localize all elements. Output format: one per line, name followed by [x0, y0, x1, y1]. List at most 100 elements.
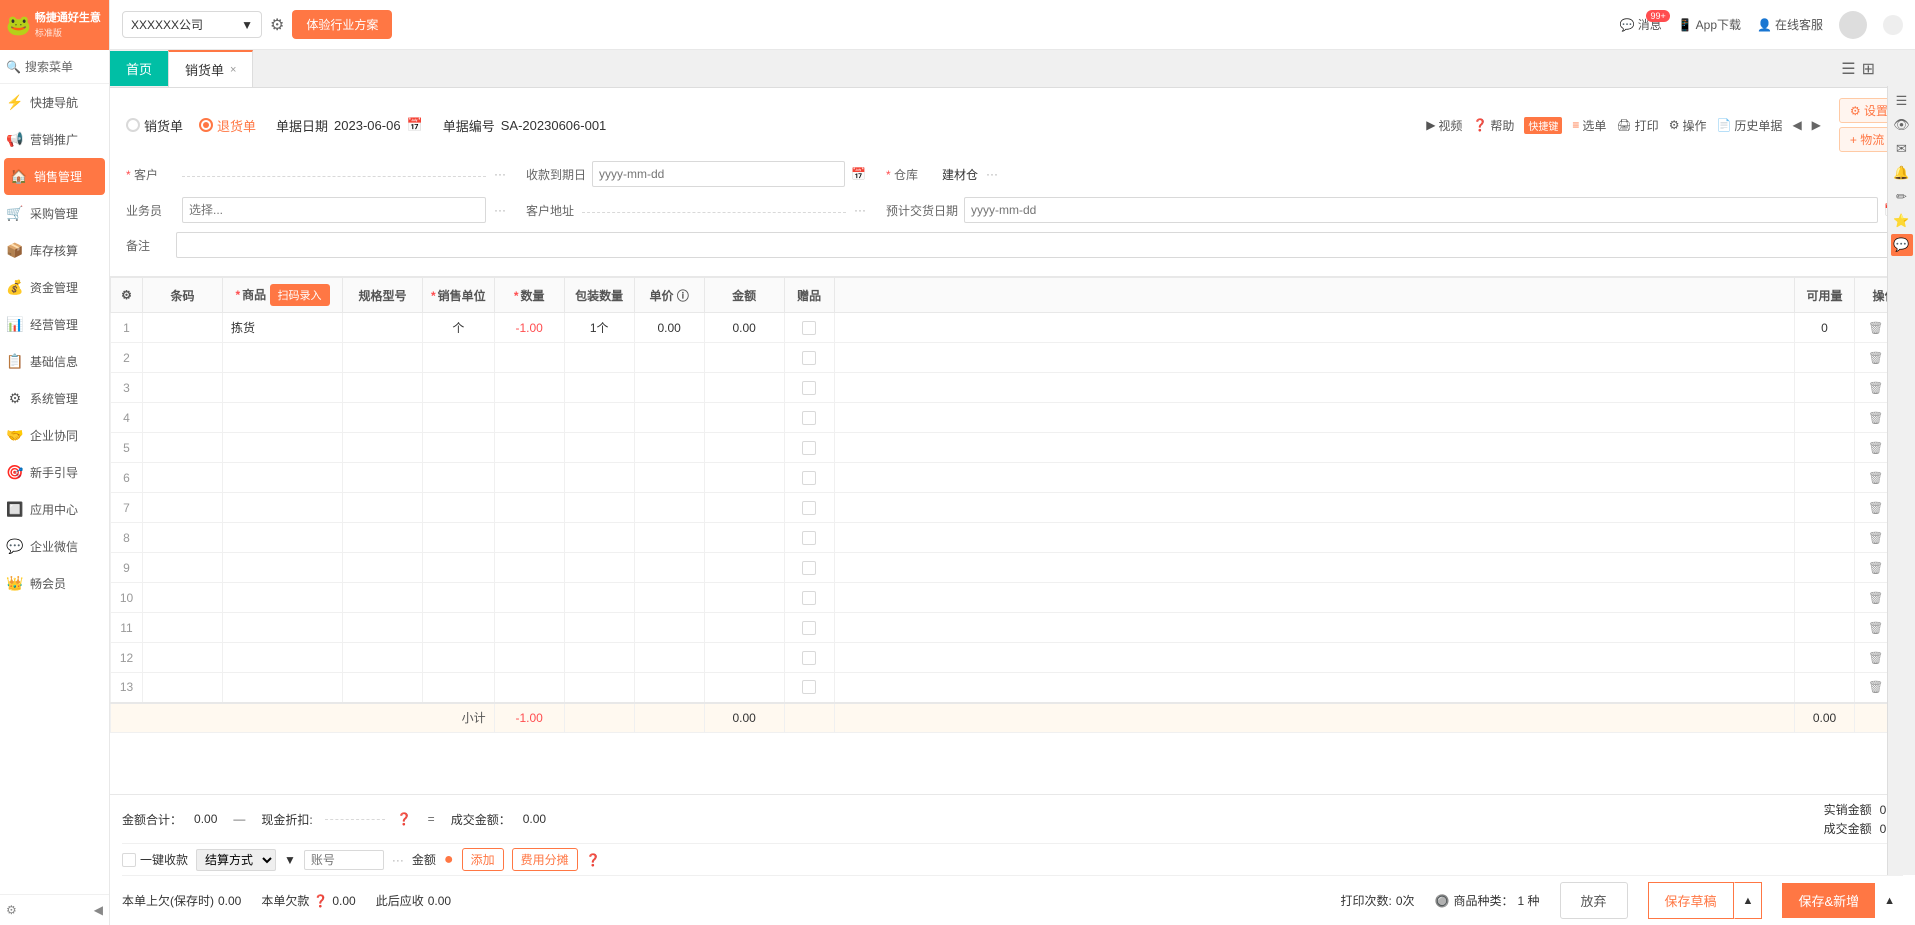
- select-action[interactable]: ≡ 选单: [1572, 117, 1606, 134]
- customer-addr-input[interactable]: [582, 208, 846, 213]
- row-qty[interactable]: [494, 643, 564, 673]
- question-icon[interactable]: ❓: [397, 812, 412, 826]
- row-price[interactable]: [634, 433, 704, 463]
- delete-icon[interactable]: 🗑: [1868, 471, 1883, 485]
- row-amount[interactable]: [704, 343, 784, 373]
- right-panel-bell-icon[interactable]: 🔔: [1891, 162, 1913, 184]
- table-row[interactable]: 2 🗑 ⊞: [111, 343, 1915, 373]
- discount-value[interactable]: [325, 819, 385, 820]
- row-barcode[interactable]: [143, 613, 223, 643]
- tab-grid-icon[interactable]: ⊞: [1862, 59, 1875, 79]
- row-unit[interactable]: [423, 433, 495, 463]
- sidebar-item-basics[interactable]: 📋 基础信息: [0, 343, 109, 380]
- row-pkgqty[interactable]: [564, 643, 634, 673]
- discard-btn[interactable]: 放弃: [1560, 882, 1628, 919]
- row-amount[interactable]: [704, 553, 784, 583]
- payment-calendar-icon[interactable]: 📅: [851, 167, 866, 181]
- row-qty[interactable]: [494, 463, 564, 493]
- row-barcode[interactable]: [143, 523, 223, 553]
- search-menu[interactable]: 🔍 搜索菜单: [0, 50, 109, 84]
- row-product[interactable]: [223, 463, 343, 493]
- row-qty[interactable]: -1.00: [494, 313, 564, 343]
- table-row[interactable]: 3 🗑 ⊞: [111, 373, 1915, 403]
- row-product[interactable]: [223, 583, 343, 613]
- gift-checkbox[interactable]: [802, 321, 816, 335]
- row-barcode[interactable]: [143, 463, 223, 493]
- row-unit[interactable]: [423, 463, 495, 493]
- row-amount[interactable]: [704, 493, 784, 523]
- row-spec[interactable]: [343, 403, 423, 433]
- row-qty[interactable]: [494, 343, 564, 373]
- row-spec[interactable]: [343, 673, 423, 703]
- row-spec[interactable]: [343, 343, 423, 373]
- row-price[interactable]: [634, 343, 704, 373]
- gift-checkbox[interactable]: [802, 471, 816, 485]
- row-amount[interactable]: [704, 403, 784, 433]
- customer-input[interactable]: [182, 172, 486, 177]
- salesman-dots-btn[interactable]: ···: [494, 203, 506, 217]
- delete-icon[interactable]: 🗑: [1868, 591, 1883, 605]
- row-qty[interactable]: [494, 433, 564, 463]
- row-gift[interactable]: [784, 313, 834, 343]
- row-qty[interactable]: [494, 553, 564, 583]
- row-product[interactable]: [223, 373, 343, 403]
- row-spec[interactable]: [343, 313, 423, 343]
- row-spec[interactable]: [343, 373, 423, 403]
- payment-checkbox[interactable]: [122, 853, 136, 867]
- row-product[interactable]: [223, 403, 343, 433]
- warehouse-dots-btn[interactable]: ···: [986, 167, 998, 181]
- table-row[interactable]: 10 🗑 ⊞: [111, 583, 1915, 613]
- row-pkgqty[interactable]: [564, 463, 634, 493]
- row-pkgqty[interactable]: [564, 343, 634, 373]
- row-pkgqty[interactable]: [564, 523, 634, 553]
- row-unit[interactable]: [423, 493, 495, 523]
- gift-checkbox[interactable]: [802, 441, 816, 455]
- row-spec[interactable]: [343, 583, 423, 613]
- row-amount[interactable]: [704, 433, 784, 463]
- settings-icon[interactable]: ⚙: [6, 903, 17, 917]
- table-row[interactable]: 12 🗑 ⊞: [111, 643, 1915, 673]
- save-new-chevron[interactable]: ▲: [1875, 883, 1903, 918]
- sidebar-item-wechat[interactable]: 💬 企业微信: [0, 528, 109, 565]
- shortcut-action[interactable]: 快捷键: [1524, 117, 1562, 134]
- delete-icon[interactable]: 🗑: [1868, 381, 1883, 395]
- gift-checkbox[interactable]: [802, 411, 816, 425]
- row-unit[interactable]: [423, 553, 495, 583]
- gift-checkbox[interactable]: [802, 351, 816, 365]
- salesman-input[interactable]: [182, 197, 486, 223]
- right-panel-chat-icon[interactable]: 💬: [1891, 234, 1913, 256]
- row-spec[interactable]: [343, 493, 423, 523]
- row-amount[interactable]: 0.00: [704, 313, 784, 343]
- sidebar-item-system[interactable]: ⚙ 系统管理: [0, 380, 109, 417]
- tab-list-icon[interactable]: ☰: [1841, 59, 1855, 79]
- delete-icon[interactable]: 🗑: [1868, 411, 1883, 425]
- row-amount[interactable]: [704, 613, 784, 643]
- row-gift[interactable]: [784, 553, 834, 583]
- tab-sales-order[interactable]: 销货单 ×: [168, 50, 253, 87]
- row-price[interactable]: [634, 643, 704, 673]
- row-product[interactable]: [223, 673, 343, 703]
- right-panel-star-icon[interactable]: ⭐: [1891, 210, 1913, 232]
- save-new-btn[interactable]: 保存&新增: [1782, 883, 1875, 918]
- table-row[interactable]: 6 🗑 ⊞: [111, 463, 1915, 493]
- customer-dots-btn[interactable]: ···: [494, 167, 506, 181]
- save-draft-btn[interactable]: 保存草稿: [1648, 882, 1734, 919]
- sidebar-item-finance[interactable]: 💰 资金管理: [0, 269, 109, 306]
- row-price[interactable]: [634, 373, 704, 403]
- video-action[interactable]: ▶ 视频: [1426, 117, 1462, 134]
- trial-btn[interactable]: 体验行业方案: [292, 10, 392, 39]
- row-pkgqty[interactable]: [564, 493, 634, 523]
- gift-checkbox[interactable]: [802, 621, 816, 635]
- gift-checkbox[interactable]: [802, 591, 816, 605]
- add-btn[interactable]: 添加: [462, 848, 504, 871]
- gift-checkbox[interactable]: [802, 381, 816, 395]
- row-qty[interactable]: [494, 673, 564, 703]
- row-gift[interactable]: [784, 343, 834, 373]
- row-price[interactable]: [634, 583, 704, 613]
- row-unit[interactable]: [423, 613, 495, 643]
- tab-close-icon[interactable]: ×: [230, 64, 236, 76]
- gift-checkbox[interactable]: [802, 501, 816, 515]
- gift-checkbox[interactable]: [802, 531, 816, 545]
- next-record-icon[interactable]: ▶: [1812, 118, 1821, 132]
- row-pkgqty[interactable]: [564, 553, 634, 583]
